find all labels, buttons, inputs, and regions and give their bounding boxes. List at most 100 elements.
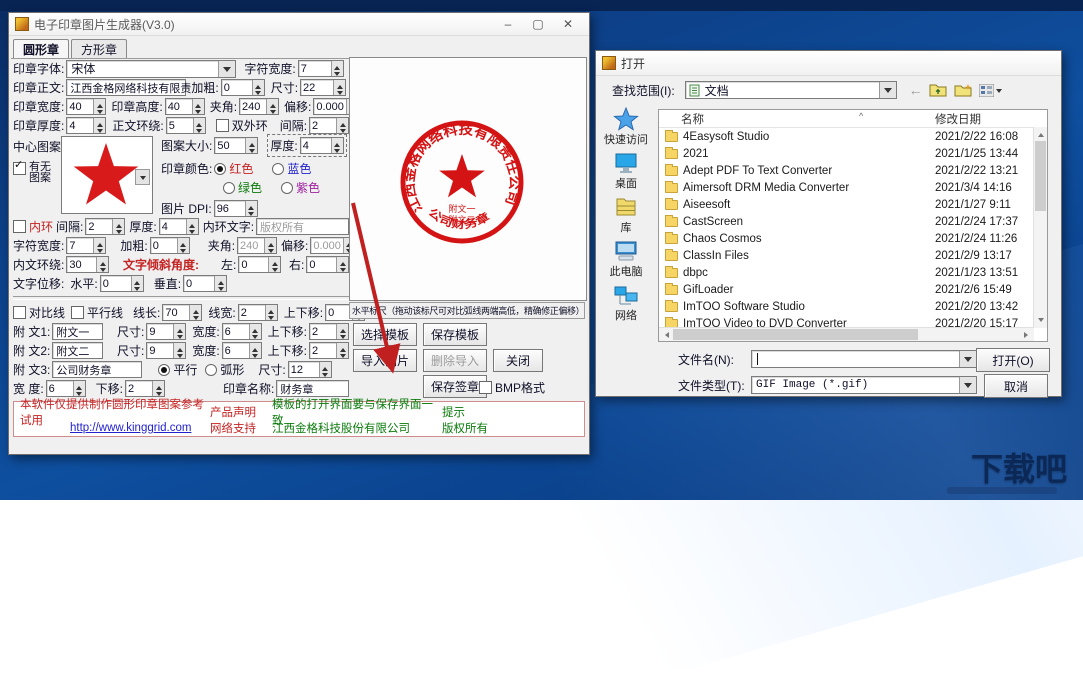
back-icon[interactable]: ← xyxy=(909,82,923,98)
shift-h-spinner[interactable]: 0 xyxy=(99,275,144,292)
spinner-arrows-icon[interactable] xyxy=(336,257,348,272)
spinner-arrows-icon[interactable] xyxy=(185,219,198,234)
inner-ring-checkbox[interactable]: 内环 xyxy=(13,218,53,235)
spinner-arrows-icon[interactable] xyxy=(96,257,108,272)
spinner-arrows-icon[interactable] xyxy=(173,324,186,339)
spinner-arrows-icon[interactable] xyxy=(152,381,165,396)
spinner-arrows-icon[interactable] xyxy=(268,257,280,272)
view-menu-icon[interactable] xyxy=(978,83,1002,97)
attach1-size-spinner[interactable]: 9 xyxy=(146,323,187,340)
maximize-button[interactable]: ▢ xyxy=(523,14,553,34)
save-seal-button[interactable]: 保存签章 xyxy=(423,375,487,398)
inner-gap-spinner[interactable]: 2 xyxy=(85,218,126,235)
line-width-spinner[interactable]: 2 xyxy=(237,304,278,321)
spinner-arrows-icon[interactable] xyxy=(330,61,343,76)
gap-spinner[interactable]: 2 xyxy=(309,117,350,134)
seal-thickness-spinner[interactable]: 4 xyxy=(66,117,107,134)
spinner-arrows-icon[interactable] xyxy=(318,362,331,377)
file-list-row[interactable]: GifLoader 2021/2/6 15:49 xyxy=(659,281,1047,298)
spinner-arrows-icon[interactable] xyxy=(214,276,227,291)
pattern-dropdown-icon[interactable] xyxy=(135,169,150,185)
checkbox-icon[interactable] xyxy=(479,381,492,394)
scroll-right-icon[interactable] xyxy=(1021,328,1034,341)
color-purple-radio[interactable]: 紫色 xyxy=(281,179,320,196)
close-button[interactable]: ✕ xyxy=(553,14,583,34)
chevron-down-icon[interactable] xyxy=(959,351,976,367)
inner-char-width-spinner[interactable]: 7 xyxy=(66,237,107,254)
seal-font-combobox[interactable]: 宋体 xyxy=(66,59,237,78)
radio-icon[interactable] xyxy=(223,181,235,194)
shift-v-spinner[interactable]: 0 xyxy=(183,275,228,292)
pattern-thickness-spinner[interactable]: 4 xyxy=(299,137,344,154)
file-list-row[interactable]: Aimersoft DRM Media Converter 2021/3/4 1… xyxy=(659,179,1047,196)
parallel-line-checkbox[interactable]: 平行线 xyxy=(71,304,123,321)
attach3-down-spinner[interactable]: 2 xyxy=(125,380,166,397)
attach2-size-spinner[interactable]: 9 xyxy=(146,342,187,359)
file-list-row[interactable]: Chaos Cosmos 2021/2/24 11:26 xyxy=(659,230,1047,247)
chevron-down-icon[interactable] xyxy=(218,60,236,77)
spinner-arrows-icon[interactable] xyxy=(72,381,85,396)
spinner-arrows-icon[interactable] xyxy=(248,324,261,339)
spinner-arrows-icon[interactable] xyxy=(266,99,279,114)
column-header-date[interactable]: 修改日期 xyxy=(935,111,1047,127)
spinner-arrows-icon[interactable] xyxy=(333,80,346,95)
spinner-arrows-icon[interactable] xyxy=(244,201,257,216)
inner-text-input[interactable]: 版权所有 xyxy=(256,218,349,235)
chevron-down-icon[interactable] xyxy=(959,377,976,393)
horizontal-scrollbar[interactable] xyxy=(659,327,1034,341)
parallel-radio[interactable]: 平行 xyxy=(158,361,197,378)
spinner-arrows-icon[interactable] xyxy=(176,238,189,253)
checkbox-checked-icon[interactable] xyxy=(13,160,26,175)
file-list-row[interactable]: Adept PDF To Text Converter 2021/2/22 13… xyxy=(659,162,1047,179)
chevron-down-icon[interactable] xyxy=(878,82,896,98)
seal-name-input[interactable]: 财务章 xyxy=(276,380,349,397)
size-spinner[interactable]: 22 xyxy=(300,79,347,96)
checkbox-icon[interactable] xyxy=(13,306,26,319)
file-list-row[interactable]: 2021 2021/1/25 13:44 xyxy=(659,145,1047,162)
attach2-shift-spinner[interactable]: 2 xyxy=(309,342,349,359)
spinner-arrows-icon[interactable] xyxy=(251,80,264,95)
sidebar-item-quick-access[interactable]: 快速访问 xyxy=(596,107,656,151)
open-button[interactable]: 打开(O) xyxy=(976,348,1050,372)
up-one-level-icon[interactable] xyxy=(929,83,948,98)
scroll-down-icon[interactable] xyxy=(1034,315,1047,328)
pattern-size-spinner[interactable]: 50 xyxy=(214,137,259,154)
save-template-button[interactable]: 保存模板 xyxy=(423,323,487,346)
file-list-row[interactable]: Aiseesoft 2021/1/27 9:11 xyxy=(659,196,1047,213)
seal-body-input[interactable]: 江西金格网络科技有限责 xyxy=(66,79,191,96)
radio-selected-icon[interactable] xyxy=(158,363,171,376)
cancel-button[interactable]: 取消 xyxy=(984,374,1048,398)
spinner-arrows-icon[interactable] xyxy=(336,118,349,133)
checkbox-icon[interactable] xyxy=(215,119,229,132)
radio-icon[interactable] xyxy=(272,162,285,175)
tilt-left-spinner[interactable]: 0 xyxy=(238,256,281,273)
inner-angle-spinner[interactable]: 240 xyxy=(237,237,278,254)
text-wrap-spinner[interactable]: 5 xyxy=(165,117,206,134)
spinner-arrows-icon[interactable] xyxy=(93,118,106,133)
spinner-arrows-icon[interactable] xyxy=(189,305,202,320)
attach2-input[interactable]: 附文二 xyxy=(52,342,103,359)
spinner-arrows-icon[interactable] xyxy=(93,238,106,253)
spinner-arrows-icon[interactable] xyxy=(93,99,106,114)
spinner-arrows-icon[interactable] xyxy=(173,343,186,358)
radio-selected-icon[interactable] xyxy=(214,162,227,175)
pattern-preview-box[interactable] xyxy=(61,136,153,214)
spinner-arrows-icon[interactable] xyxy=(336,324,348,339)
file-list-row[interactable]: CastScreen 2021/2/24 17:37 xyxy=(659,213,1047,230)
file-name-input[interactable] xyxy=(751,350,977,368)
file-type-combobox[interactable]: GIF Image (*.gif) xyxy=(751,376,977,394)
dpi-spinner[interactable]: 96 xyxy=(213,200,258,217)
color-green-radio[interactable]: 绿色 xyxy=(223,179,281,196)
spinner-arrows-icon[interactable] xyxy=(264,238,277,253)
spinner-arrows-icon[interactable] xyxy=(191,99,204,114)
line-length-spinner[interactable]: 70 xyxy=(162,304,203,321)
spinner-arrows-icon[interactable] xyxy=(264,305,277,320)
attach1-input[interactable]: 附文一 xyxy=(52,323,103,340)
checkbox-icon[interactable] xyxy=(71,306,85,319)
checkbox-icon[interactable] xyxy=(13,220,26,233)
look-in-combobox[interactable]: 文档 xyxy=(684,81,897,99)
scroll-up-icon[interactable] xyxy=(1034,127,1047,140)
horizontal-ruler-note[interactable]: 水平标尺（拖动该标尺可对比弧线两端高低，精确修正偏移） xyxy=(349,302,585,319)
arc-radio[interactable]: 弧形 xyxy=(205,361,244,378)
spinner-arrows-icon[interactable] xyxy=(192,118,205,133)
